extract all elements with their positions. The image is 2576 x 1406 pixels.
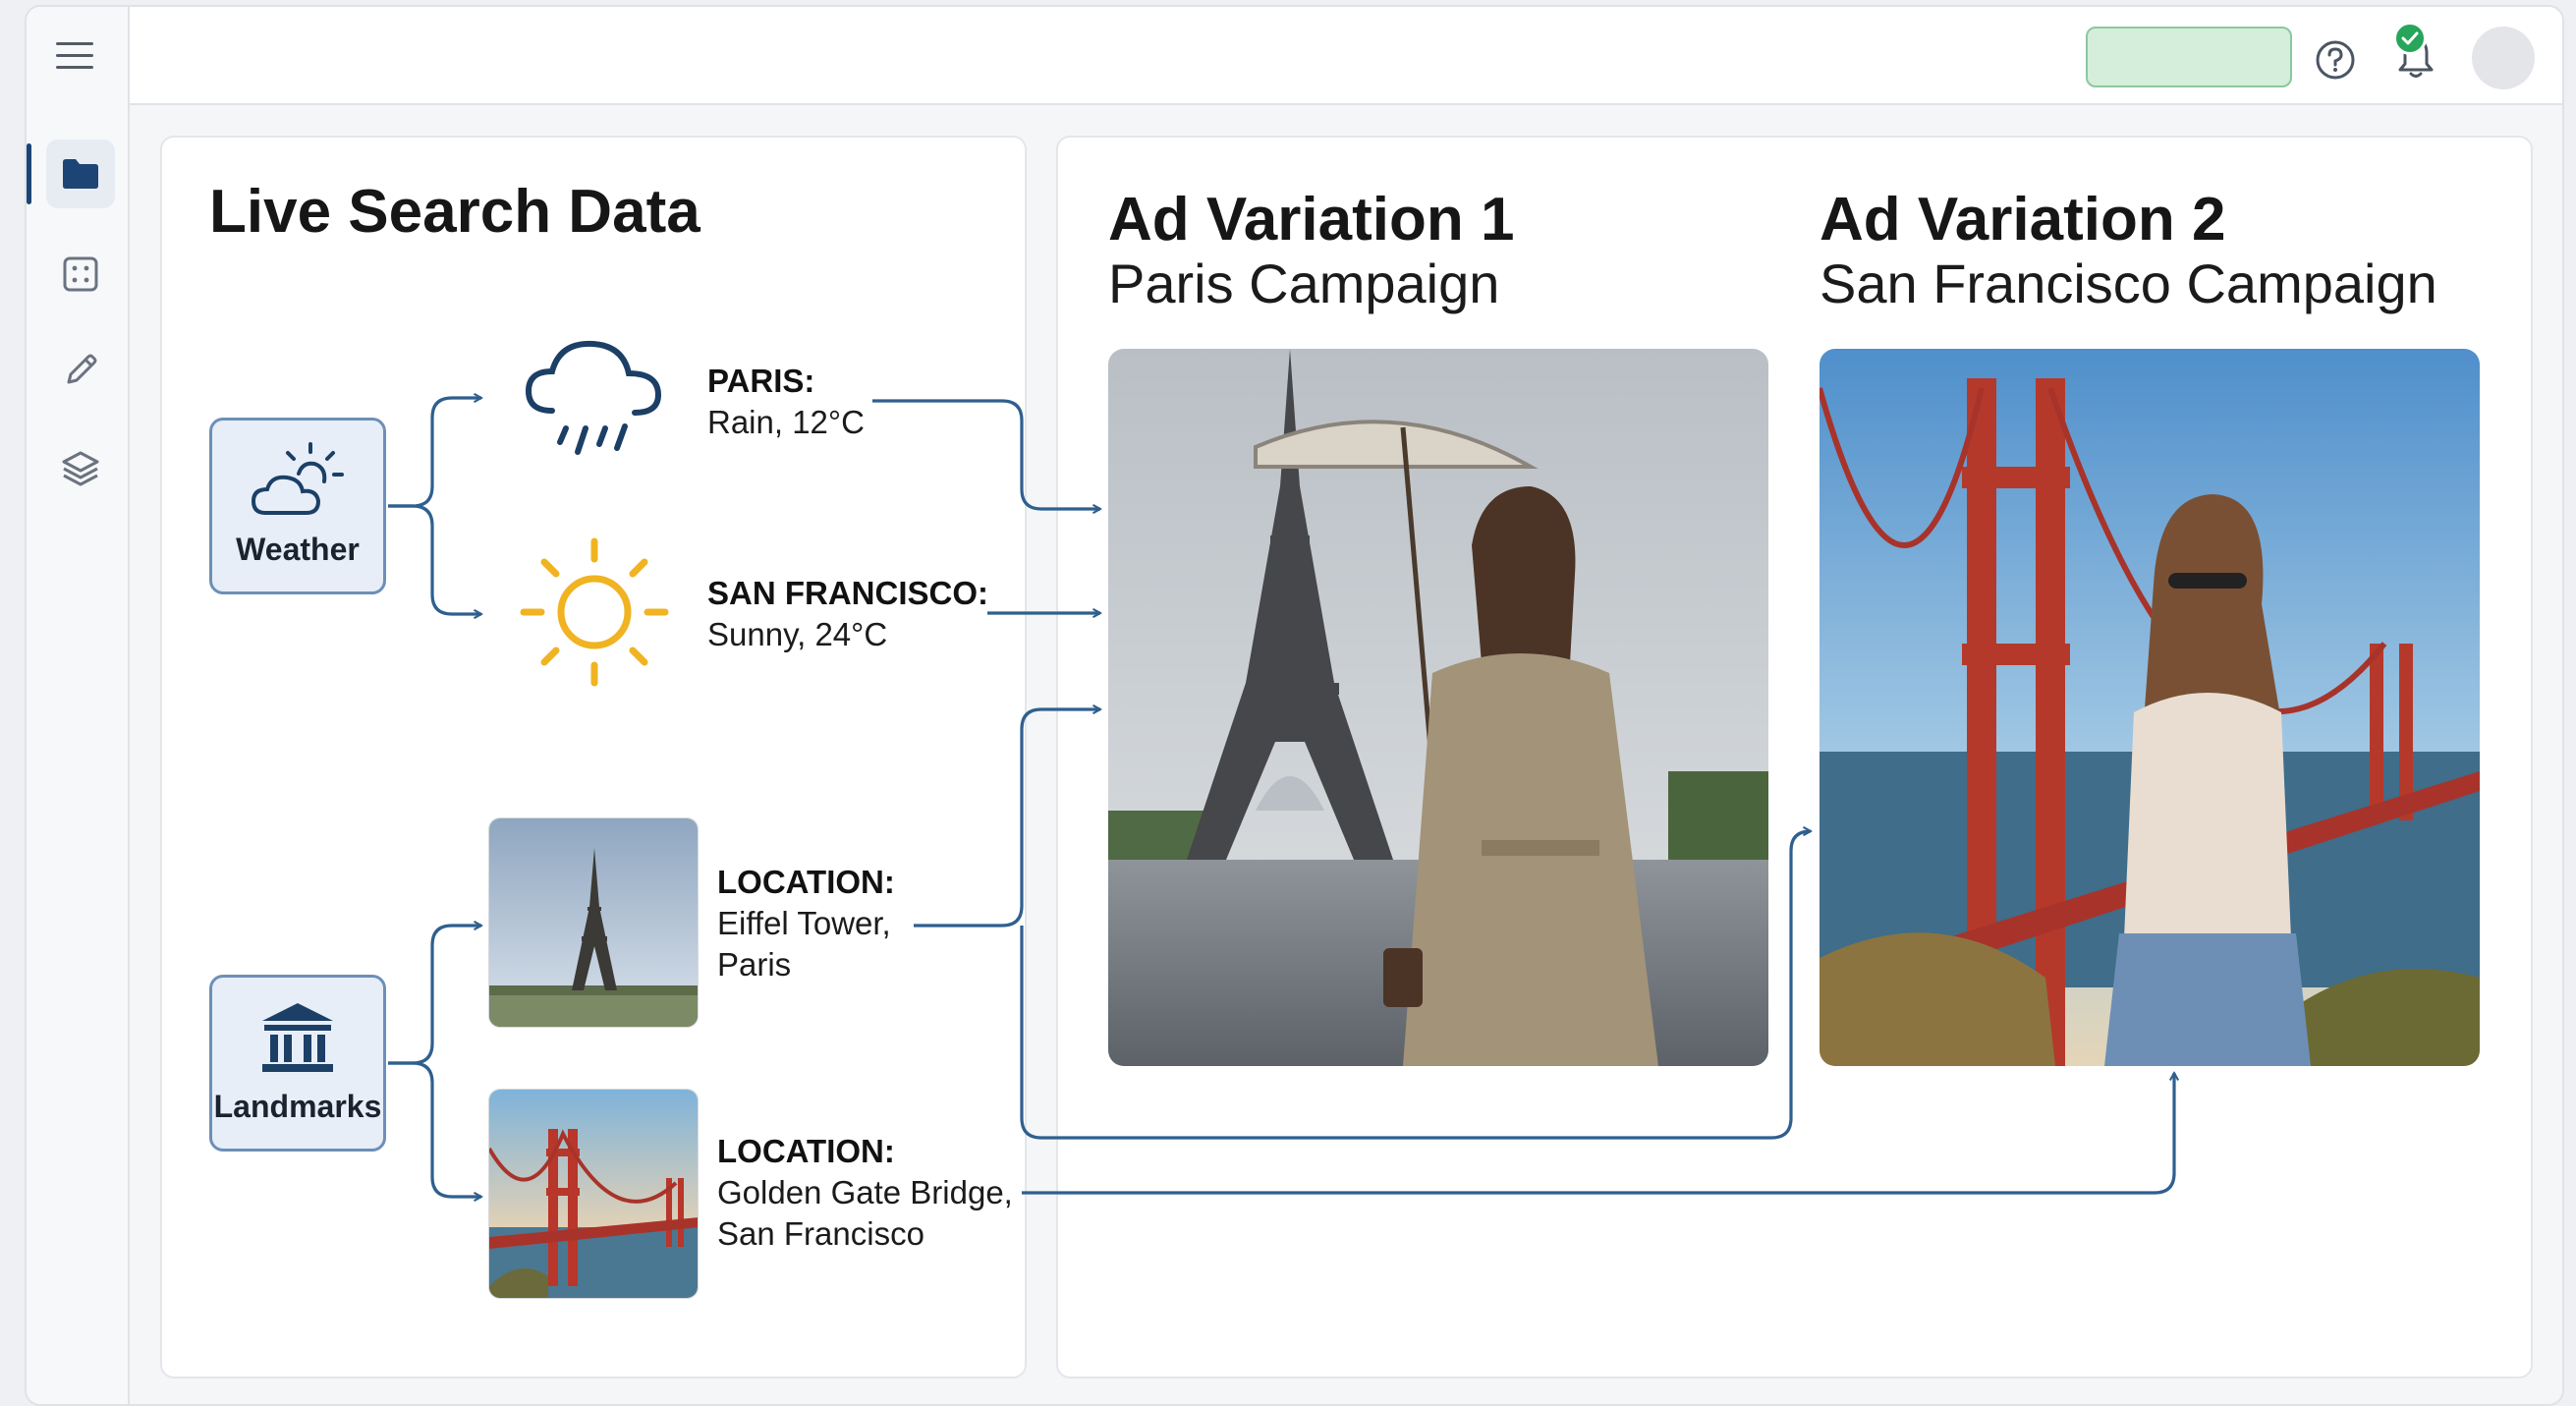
weather-item-heading: SAN FRANCISCO: (707, 575, 988, 611)
golden-gate-image (489, 1090, 698, 1298)
san-francisco-ad-image[interactable] (1820, 349, 2480, 1066)
landmarks-label: Landmarks (213, 1089, 382, 1124)
location-heading: LOCATION: (717, 1133, 895, 1169)
rain-cloud-icon (525, 340, 662, 455)
layers-icon (62, 451, 99, 486)
eiffel-tower-image (489, 818, 698, 1027)
ad-variation-title: Ad Variation 2 (1820, 186, 2226, 253)
location-name: Golden Gate Bridge, (717, 1174, 1013, 1210)
landmarks-source-card[interactable]: Landmarks (209, 975, 386, 1152)
paris-campaign-photo (1108, 349, 1768, 1066)
museum-icon (212, 999, 383, 1078)
location-heading: LOCATION: (717, 864, 895, 900)
active-indicator (27, 143, 31, 204)
eiffel-tower-thumbnail[interactable] (488, 817, 699, 1028)
san-francisco-campaign-photo (1820, 349, 2480, 1066)
page-title: Live Search Data (209, 178, 700, 246)
status-button[interactable] (2086, 27, 2292, 87)
weather-item-value: Rain, 12°C (707, 404, 865, 440)
sidebar-item-grid[interactable] (46, 240, 115, 309)
sidebar-item-files[interactable] (27, 140, 115, 208)
hamburger-menu-icon[interactable] (56, 42, 93, 72)
location-city: San Francisco (717, 1215, 924, 1252)
ad-variation-subtitle: Paris Campaign (1108, 253, 1500, 314)
notification-badge (2393, 22, 2427, 55)
location-name: Eiffel Tower, (717, 905, 891, 941)
location-city: Paris (717, 946, 792, 983)
avatar[interactable] (2472, 27, 2535, 89)
golden-gate-thumbnail[interactable] (488, 1089, 699, 1299)
help-button[interactable] (2315, 39, 2356, 81)
top-bar (130, 7, 2562, 105)
sidebar-item-layers[interactable] (46, 434, 115, 503)
weather-item-value: Sunny, 24°C (707, 616, 888, 652)
check-icon (2401, 31, 2419, 45)
partly-cloudy-icon (212, 442, 383, 531)
sidebar-item-edit[interactable] (46, 336, 115, 405)
sidebar (27, 7, 130, 1404)
weather-source-card[interactable]: Weather (209, 418, 386, 594)
grid-icon (63, 256, 98, 292)
ad-variation-title: Ad Variation 1 (1108, 186, 1515, 253)
weather-label: Weather (236, 532, 360, 567)
ad-variation-subtitle: San Francisco Campaign (1820, 253, 2437, 314)
folder-icon (63, 159, 98, 189)
weather-item-heading: PARIS: (707, 363, 815, 399)
help-icon (2316, 40, 2355, 80)
sun-icon (520, 537, 669, 687)
paris-ad-image[interactable] (1108, 349, 1768, 1066)
pencil-icon (67, 354, 97, 384)
